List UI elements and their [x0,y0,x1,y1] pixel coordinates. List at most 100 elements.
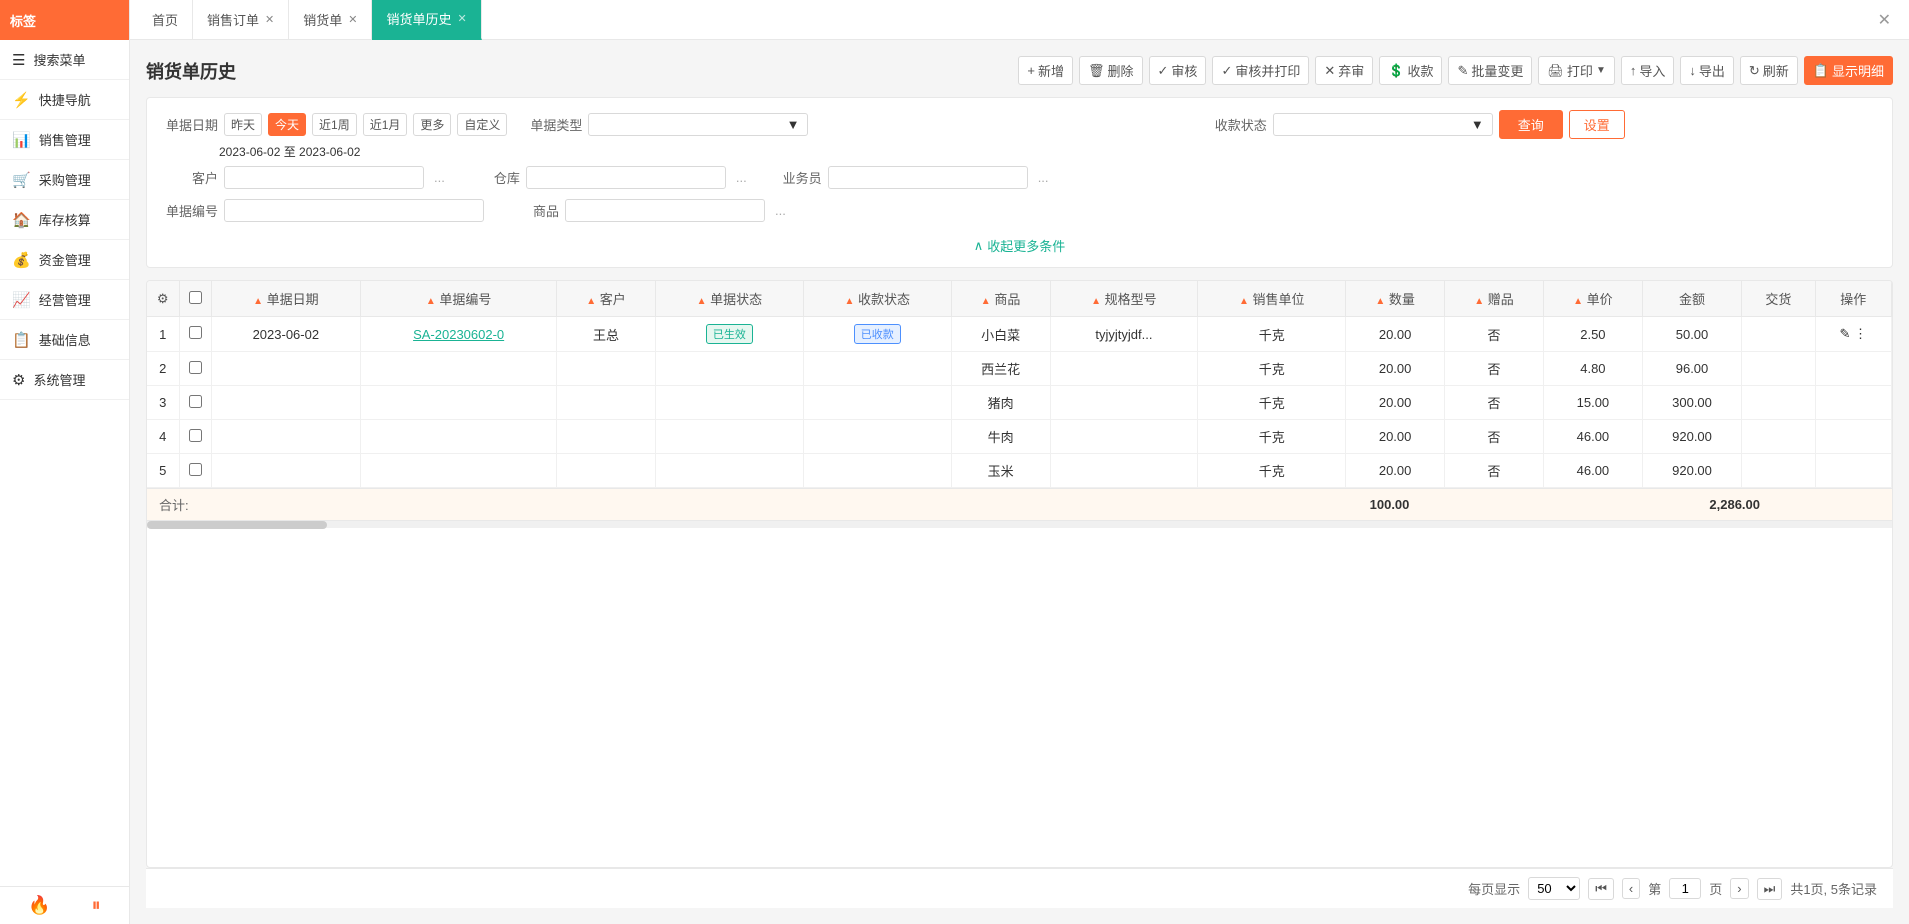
settings-button[interactable]: 设置 [1569,110,1625,139]
row-action[interactable] [1815,454,1891,488]
row-action[interactable] [1815,386,1891,420]
sidebar-fire-button[interactable]: 🔥 [28,895,50,916]
last30-btn[interactable]: 近1月 [363,113,408,136]
row-checkbox-input[interactable] [189,395,202,408]
show-detail-button[interactable]: 📋 显示明细 [1804,56,1893,85]
sidebar-pause-button[interactable]: ⏸ [92,895,101,916]
row-spec [1050,420,1198,454]
row-checkbox-input[interactable] [189,463,202,476]
plus-icon: + [1027,63,1035,78]
sidebar-item-search-menu[interactable]: ☰ 搜索菜单 [0,40,129,80]
gear-column-header[interactable]: ⚙ [147,281,179,317]
gift-column-header[interactable]: ▲ 赠品 [1445,281,1544,317]
abandon-button[interactable]: ✕ 弃审 [1315,56,1373,85]
more-btn[interactable]: 更多 [413,113,451,136]
row-amount: 920.00 [1642,454,1741,488]
first-page-button[interactable]: ⏮ [1588,878,1614,900]
check-icon: ✓ [1158,63,1169,79]
salesperson-input[interactable] [828,166,1028,189]
warehouse-ellipsis[interactable]: ... [736,170,747,185]
query-button[interactable]: 查询 [1499,110,1563,139]
docno-input[interactable] [224,199,484,222]
row-action[interactable] [1815,420,1891,454]
per-page-select[interactable]: 50 100 [1528,877,1580,900]
new-button[interactable]: + 新增 [1018,56,1073,85]
tab-sales-delivery-close[interactable]: ✕ [348,13,357,26]
page-number-input[interactable] [1669,878,1701,899]
doctype-select[interactable]: ▼ [588,113,808,136]
row-checkbox[interactable] [179,317,211,352]
docno-column-header[interactable]: ▲ 单据编号 [361,281,557,317]
sidebar-item-finance[interactable]: 💰 资金管理 [0,240,129,280]
prev-page-button[interactable]: ‹ [1622,878,1640,899]
docstatus-column-header[interactable]: ▲ 单据状态 [655,281,803,317]
review-button[interactable]: ✓ 审核 [1149,56,1207,85]
sidebar-item-operations[interactable]: 📈 经营管理 [0,280,129,320]
amount-column-header: 金额 [1642,281,1741,317]
last-page-button[interactable]: ⏭ [1757,878,1783,900]
row-docno[interactable] [361,352,557,386]
salesperson-ellipsis[interactable]: ... [1038,170,1049,185]
row-docno[interactable] [361,454,557,488]
tab-sales-history-close[interactable]: ✕ [458,12,467,25]
row-action[interactable]: ✎ ⋮ [1815,317,1891,352]
import-button[interactable]: ↑ 导入 [1621,56,1675,85]
custom-btn[interactable]: 自定义 [457,113,507,136]
scroll-thumb[interactable] [147,521,327,529]
price-column-header[interactable]: ▲ 单价 [1543,281,1642,317]
select-all-checkbox[interactable] [189,291,202,304]
qty-column-header[interactable]: ▲ 数量 [1346,281,1445,317]
unit-column-header[interactable]: ▲ 销售单位 [1198,281,1346,317]
row-checkbox[interactable] [179,352,211,386]
collapse-button[interactable]: ∧ 收起更多条件 [163,232,1876,255]
row-docno[interactable] [361,420,557,454]
row-docno[interactable] [361,386,557,420]
row-checkbox-input[interactable] [189,326,202,339]
docno-link[interactable]: SA-20230602-0 [413,327,504,342]
delete-button[interactable]: 🗑 删除 [1079,56,1143,85]
row-docno[interactable]: SA-20230602-0 [361,317,557,352]
last7-btn[interactable]: 近1周 [312,113,357,136]
sidebar-item-basicinfo[interactable]: 📋 基础信息 [0,320,129,360]
sidebar-item-inventory[interactable]: 🏠 库存核算 [0,200,129,240]
refresh-button[interactable]: ↻ 刷新 [1740,56,1798,85]
sidebar-item-sales[interactable]: 📊 销售管理 [0,120,129,160]
tab-sales-order[interactable]: 销售订单 ✕ [193,0,289,40]
tab-sales-history[interactable]: 销货单历史 ✕ [372,0,481,40]
customer-ellipsis[interactable]: ... [434,170,445,185]
sidebar-item-system[interactable]: ⚙ 系统管理 [0,360,129,400]
export-button[interactable]: ↓ 导出 [1680,56,1734,85]
tab-sales-delivery[interactable]: 销货单 ✕ [289,0,372,40]
paymentstatus-column-header[interactable]: ▲ 收款状态 [803,281,951,317]
date-column-header[interactable]: ▲ 单据日期 [211,281,361,317]
review-print-button[interactable]: ✓ 审核并打印 [1212,56,1309,85]
checkbox-column-header[interactable] [179,281,211,317]
row-checkbox-input[interactable] [189,361,202,374]
window-close-button[interactable]: ✕ [1868,10,1901,30]
next-page-button[interactable]: › [1730,878,1748,899]
product-column-header[interactable]: ▲ 商品 [951,281,1050,317]
row-checkbox-input[interactable] [189,429,202,442]
yesterday-btn[interactable]: 昨天 [224,113,262,136]
batch-change-button[interactable]: ✎ 批量变更 [1448,56,1532,85]
product-input[interactable] [565,199,765,222]
row-checkbox[interactable] [179,454,211,488]
sidebar-item-quick-nav[interactable]: ⚡ 快捷导航 [0,80,129,120]
payment-status-select[interactable]: ▼ [1273,113,1493,136]
tab-sales-order-close[interactable]: ✕ [265,13,274,26]
tab-home[interactable]: 首页 [138,0,193,40]
collect-button[interactable]: 💲 收款 [1379,56,1442,85]
row-checkbox[interactable] [179,420,211,454]
table-row: 12023-06-02SA-20230602-0王总已生效已收款小白菜tyjyj… [147,317,1892,352]
today-btn[interactable]: 今天 [268,113,306,136]
sidebar-item-purchase[interactable]: 🛒 采购管理 [0,160,129,200]
spec-column-header[interactable]: ▲ 规格型号 [1050,281,1198,317]
warehouse-input[interactable] [526,166,726,189]
customer-input[interactable] [224,166,424,189]
customer-column-header[interactable]: ▲ 客户 [557,281,656,317]
row-checkbox[interactable] [179,386,211,420]
print-button[interactable]: 🖨 打印 ▼ [1538,56,1614,85]
scroll-bar[interactable] [147,520,1892,528]
row-action[interactable] [1815,352,1891,386]
product-ellipsis[interactable]: ... [775,203,786,218]
